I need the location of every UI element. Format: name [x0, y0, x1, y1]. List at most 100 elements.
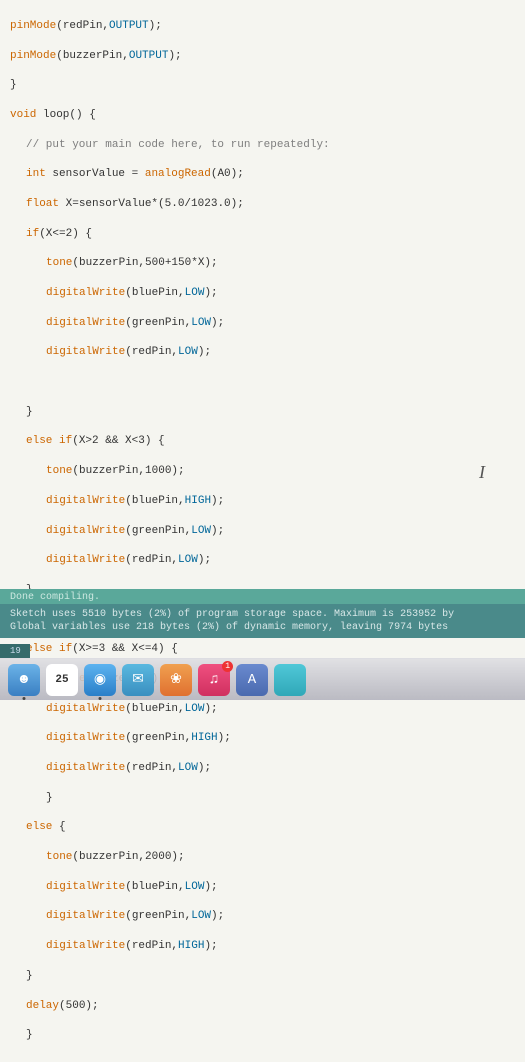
code-token: }: [10, 79, 17, 91]
code-token: else: [26, 821, 52, 833]
code-token: tone: [46, 851, 72, 863]
safari-icon[interactable]: ◉: [84, 664, 116, 696]
code-token: );: [204, 703, 217, 715]
code-token: (redPin,: [125, 554, 178, 566]
code-token: (buzzerPin,2000);: [72, 851, 184, 863]
line-number-indicator: 19: [0, 644, 30, 658]
app-icon[interactable]: [274, 664, 306, 696]
code-token: HIGH: [185, 495, 211, 507]
code-token: LOW: [178, 346, 198, 358]
photos-icon[interactable]: ❀: [160, 664, 192, 696]
appstore-icon[interactable]: A: [236, 664, 268, 696]
code-token: digitalWrite: [46, 762, 125, 774]
status-line-1: Sketch uses 5510 bytes (2%) of program s…: [10, 608, 515, 621]
code-token: LOW: [185, 287, 205, 299]
code-token: sensorValue =: [46, 168, 145, 180]
code-token: (buzzerPin,: [56, 50, 129, 62]
code-token: );: [211, 910, 224, 922]
code-editor[interactable]: pinMode(redPin,OUTPUT); pinMode(buzzerPi…: [0, 0, 525, 1062]
code-token: (bluePin,: [125, 881, 184, 893]
code-token: pinMode: [10, 50, 56, 62]
code-token: LOW: [191, 317, 211, 329]
code-token: digitalWrite: [46, 881, 125, 893]
code-token: (redPin,: [56, 20, 109, 32]
code-token: );: [198, 346, 211, 358]
code-token: tone: [46, 465, 72, 477]
code-token: digitalWrite: [46, 554, 125, 566]
code-token: digitalWrite: [46, 287, 125, 299]
code-token: (X<=2) {: [39, 228, 92, 240]
text-cursor-icon: I: [479, 462, 485, 483]
code-token: OUTPUT: [109, 20, 149, 32]
code-token: );: [204, 287, 217, 299]
status-bar: Sketch uses 5510 bytes (2%) of program s…: [0, 604, 525, 638]
code-token: else if: [26, 643, 72, 655]
code-token: }: [26, 1029, 33, 1041]
calendar-icon[interactable]: 25: [46, 664, 78, 696]
dock: ☻ 25 ◉ ✉ ❀ ♫1 A: [0, 658, 525, 700]
code-token: LOW: [191, 910, 211, 922]
code-token: digitalWrite: [46, 346, 125, 358]
code-token: HIGH: [178, 940, 204, 952]
code-token: (redPin,: [125, 762, 178, 774]
code-token: }: [26, 406, 33, 418]
code-token: digitalWrite: [46, 703, 125, 715]
code-token: LOW: [178, 554, 198, 566]
code-comment: // put your main code here, to run repea…: [26, 139, 330, 151]
code-token: (X>2 && X<3) {: [72, 435, 164, 447]
code-token: (greenPin,: [125, 525, 191, 537]
code-token: X=sensorValue*(5.0/1023.0);: [59, 198, 244, 210]
code-token: (greenPin,: [125, 732, 191, 744]
code-token: analogRead: [145, 168, 211, 180]
code-token: digitalWrite: [46, 940, 125, 952]
code-token: }: [46, 792, 53, 804]
badge-icon: 1: [222, 661, 233, 672]
finder-icon[interactable]: ☻: [8, 664, 40, 696]
code-token: (greenPin,: [125, 910, 191, 922]
code-token: pinMode: [10, 20, 56, 32]
status-line-2: Global variables use 218 bytes (2%) of d…: [10, 621, 515, 634]
code-token: );: [198, 554, 211, 566]
code-token: digitalWrite: [46, 495, 125, 507]
code-token: LOW: [185, 881, 205, 893]
code-token: );: [198, 762, 211, 774]
code-token: );: [204, 940, 217, 952]
code-token: digitalWrite: [46, 732, 125, 744]
mail-icon[interactable]: ✉: [122, 664, 154, 696]
code-token: (500);: [59, 1000, 99, 1012]
code-token: );: [168, 50, 181, 62]
code-token: LOW: [191, 525, 211, 537]
code-token: (redPin,: [125, 346, 178, 358]
code-token: }: [26, 970, 33, 982]
code-token: if: [26, 228, 39, 240]
code-token: );: [149, 20, 162, 32]
code-token: (bluePin,: [125, 287, 184, 299]
code-token: digitalWrite: [46, 317, 125, 329]
code-token: (X>=3 && X<=4) {: [72, 643, 178, 655]
code-token: (greenPin,: [125, 317, 191, 329]
code-token: delay: [26, 1000, 59, 1012]
code-token: );: [218, 732, 231, 744]
code-token: );: [211, 525, 224, 537]
code-token: (bluePin,: [125, 703, 184, 715]
code-token: (buzzerPin,500+150*X);: [72, 257, 217, 269]
code-token: digitalWrite: [46, 525, 125, 537]
code-token: (A0);: [211, 168, 244, 180]
code-token: (redPin,: [125, 940, 178, 952]
code-token: LOW: [185, 703, 205, 715]
code-token: (buzzerPin,1000);: [72, 465, 184, 477]
code-token: int: [26, 168, 46, 180]
code-token: void: [10, 109, 36, 121]
code-token: (bluePin,: [125, 495, 184, 507]
code-token: loop() {: [36, 109, 95, 121]
code-token: );: [204, 881, 217, 893]
code-token: OUTPUT: [129, 50, 169, 62]
code-token: );: [211, 317, 224, 329]
code-token: );: [211, 495, 224, 507]
code-token: else if: [26, 435, 72, 447]
code-token: digitalWrite: [46, 910, 125, 922]
code-token: tone: [46, 257, 72, 269]
code-token: {: [52, 821, 65, 833]
code-token: HIGH: [191, 732, 217, 744]
itunes-icon[interactable]: ♫1: [198, 664, 230, 696]
